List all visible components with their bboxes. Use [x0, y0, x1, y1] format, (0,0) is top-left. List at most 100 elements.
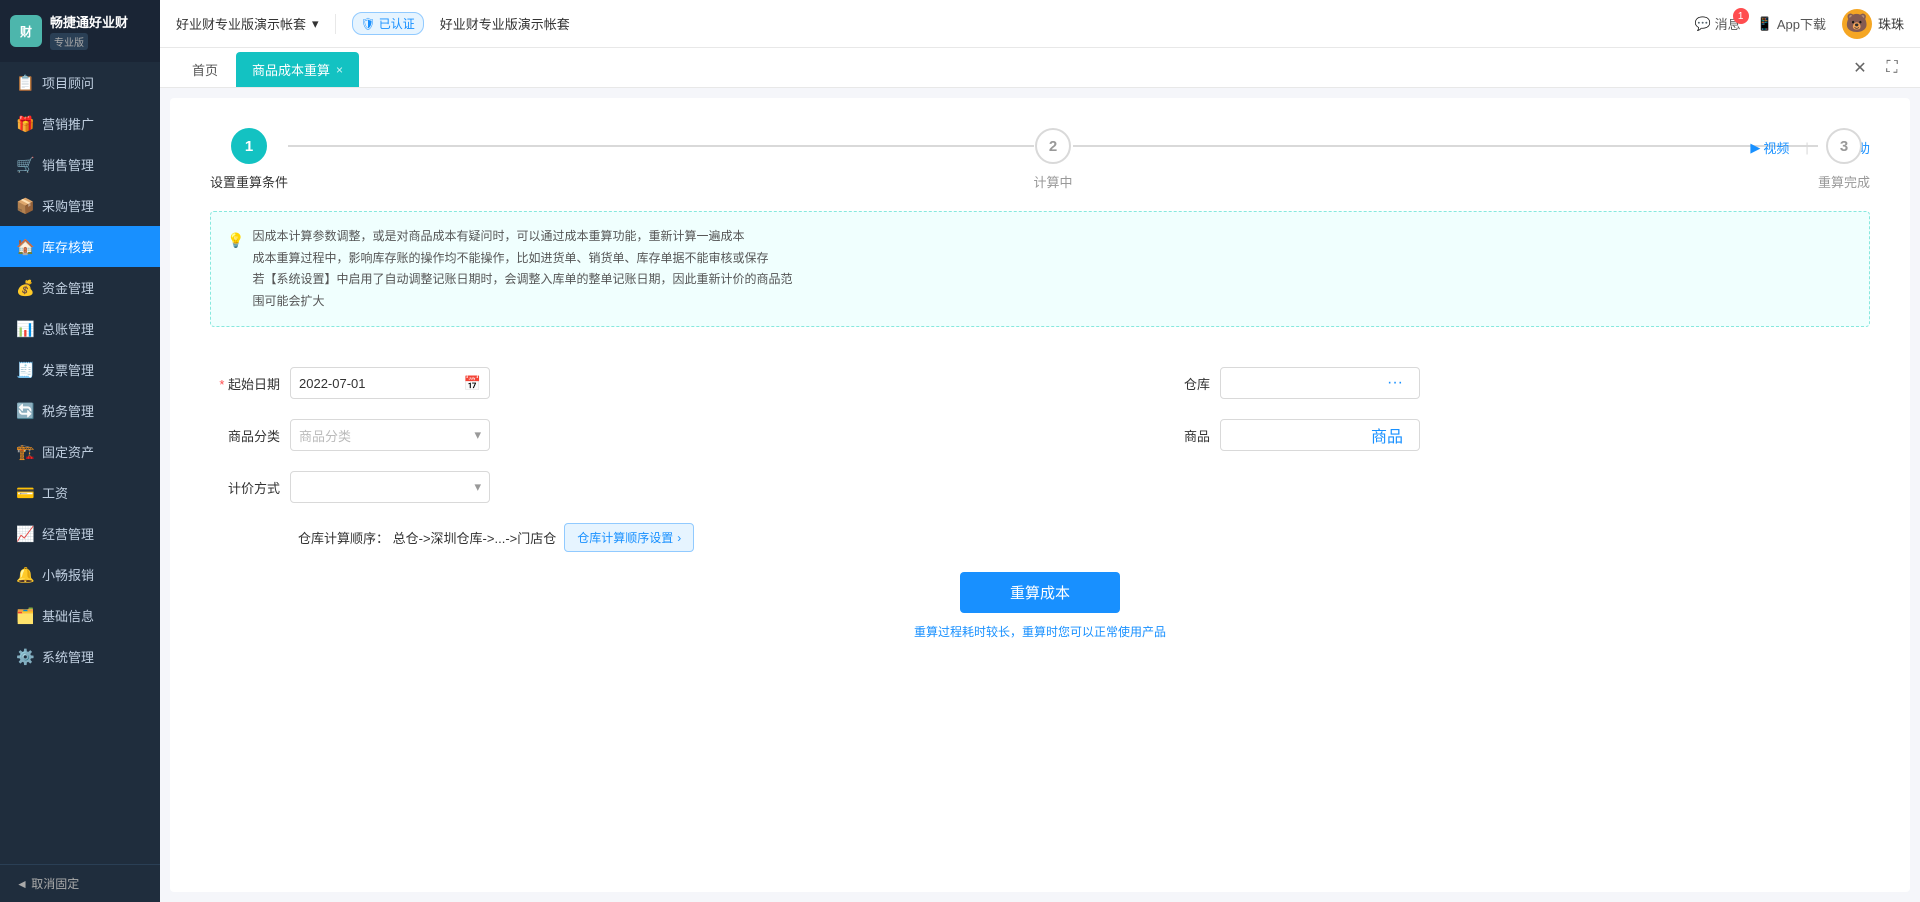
baoxiao-icon: 🔔: [16, 566, 34, 584]
maximize-window-button[interactable]: ⛶: [1880, 56, 1904, 80]
sidebar-item-label: 小畅报销: [42, 565, 94, 584]
play-icon: ▶: [1750, 140, 1760, 156]
topbar-account[interactable]: 好业财专业版演示帐套: [176, 14, 319, 33]
sidebar-footer[interactable]: ◄ 取消固定: [0, 864, 160, 902]
tab-home[interactable]: 首页: [176, 52, 234, 87]
pricing-select[interactable]: [290, 471, 490, 503]
form-row-3: 计价方式: [210, 471, 1870, 503]
sidebar-item-zongzhang[interactable]: 📊 总账管理: [0, 308, 160, 349]
form-col-category: 商品分类 商品分类: [210, 419, 940, 451]
shield-icon: 🛡: [361, 17, 376, 31]
sidebar-item-label: 资金管理: [42, 278, 94, 297]
info-line-2: 成本重算过程中，影响库存账的操作均不能操作，比如进货单、销货单、库存单据不能审核…: [252, 248, 792, 270]
sidebar-item-xianmu[interactable]: 📋 项目顾问: [0, 62, 160, 103]
cert-status: 已认证: [379, 15, 415, 32]
category-select[interactable]: 商品分类: [290, 419, 490, 451]
sidebar-item-gongzi[interactable]: 💳 工资: [0, 472, 160, 513]
video-link[interactable]: ▶ 视频: [1750, 138, 1789, 157]
recalc-tip: 重算过程耗时较长，重算时您可以正常使用产品: [914, 623, 1166, 640]
logo-sub: 专业版: [50, 33, 88, 50]
calendar-icon[interactable]: 📅: [464, 375, 481, 392]
avatar: 🐻: [1842, 9, 1872, 39]
product-label: 商品: [1140, 426, 1220, 445]
category-label: 商品分类: [210, 426, 290, 445]
xitong-icon: ⚙️: [16, 648, 34, 666]
step-2-circle: 2: [1035, 128, 1071, 164]
sidebar-item-kucun[interactable]: 🏠 库存核算: [0, 226, 160, 267]
sidebar-item-xitong[interactable]: ⚙️ 系统管理: [0, 636, 160, 677]
close-window-button[interactable]: ✕: [1848, 56, 1872, 80]
step-2: 2 计算中: [1034, 128, 1073, 191]
sidebar-item-caigou[interactable]: 📦 采购管理: [0, 185, 160, 226]
zongzhang-icon: 📊: [16, 320, 34, 338]
form-row-1: 起始日期 2022-07-01 📅 仓库 ···: [210, 367, 1870, 399]
info-line-4: 围可能会扩大: [252, 291, 792, 313]
sidebar-item-label: 营销推广: [42, 114, 94, 133]
user-profile[interactable]: 🐻 珠珠: [1842, 9, 1904, 39]
sidebar-item-label: 采购管理: [42, 196, 94, 215]
user-name: 珠珠: [1878, 14, 1904, 33]
gudingzichan-icon: 🏗️: [16, 443, 34, 461]
step-1-label: 设置重算条件: [210, 172, 288, 191]
info-line-1: 因成本计算参数调整，或是对商品成本有疑问时，可以通过成本重算功能，重新计算一遍成…: [252, 226, 792, 248]
tab-close-button[interactable]: ×: [336, 63, 343, 77]
account-name: 好业财专业版演示帐套: [176, 14, 306, 33]
sidebar-item-jichu[interactable]: 🗂️ 基础信息: [0, 595, 160, 636]
cert-name: 好业财专业版演示帐套: [440, 14, 570, 33]
zijin-icon: 💰: [16, 279, 34, 297]
messages-button[interactable]: 💬 消息 1: [1694, 14, 1740, 33]
warehouse-dots[interactable]: ···: [1379, 374, 1411, 392]
step-line-2: [1073, 145, 1818, 147]
form-row-2: 商品分类 商品分类 商品 商品: [210, 419, 1870, 451]
tab-actions: ✕ ⛶: [1848, 56, 1904, 80]
sidebar-item-xiaoshou[interactable]: 🛒 销售管理: [0, 144, 160, 185]
xianmu-icon: 📋: [16, 74, 34, 92]
app-download-button[interactable]: 📱 App下载: [1757, 14, 1826, 33]
sidebar-logo: 财 畅捷通好业财 专业版: [0, 0, 160, 62]
sidebar-item-label: 系统管理: [42, 647, 94, 666]
account-dropdown-icon[interactable]: [312, 16, 319, 32]
step-line-1: [288, 145, 1033, 147]
sidebar-item-label: 销售管理: [42, 155, 94, 174]
warehouse-order-settings-button[interactable]: 仓库计算顺序设置: [564, 523, 694, 552]
messages-badge: 1: [1733, 8, 1749, 24]
category-dropdown-icon: [474, 427, 481, 443]
info-text: 因成本计算参数调整，或是对商品成本有疑问时，可以通过成本重算功能，重新计算一遍成…: [252, 226, 792, 312]
sidebar-item-jingying[interactable]: 📈 经营管理: [0, 513, 160, 554]
topbar-divider: [335, 14, 336, 34]
content-area: 1 设置重算条件 2 计算中 3 重算完成 ▶ 视频 | ❓: [170, 98, 1910, 892]
form-col-date: 起始日期 2022-07-01 📅: [210, 367, 940, 399]
sidebar-item-label: 总账管理: [42, 319, 94, 338]
yingxiao-icon: 🎁: [16, 115, 34, 133]
product-dots[interactable]: 商品: [1363, 423, 1411, 447]
sidebar-item-shuiwu[interactable]: 🔄 税务管理: [0, 390, 160, 431]
gongzi-icon: 💳: [16, 484, 34, 502]
sidebar-item-yingxiao[interactable]: 🎁 营销推广: [0, 103, 160, 144]
info-box: 💡 因成本计算参数调整，或是对商品成本有疑问时，可以通过成本重算功能，重新计算一…: [210, 211, 1870, 327]
product-input[interactable]: 商品: [1220, 419, 1420, 451]
warehouse-input[interactable]: ···: [1220, 367, 1420, 399]
step-2-label: 计算中: [1034, 172, 1073, 191]
xiaoshou-icon: 🛒: [16, 156, 34, 174]
step-3-circle: 3: [1826, 128, 1862, 164]
sidebar-item-gudingzichan[interactable]: 🏗️ 固定资产: [0, 431, 160, 472]
form-col-product: 商品 商品: [1140, 419, 1870, 451]
start-date-label: 起始日期: [210, 374, 290, 393]
sidebar-item-zijin[interactable]: 💰 资金管理: [0, 267, 160, 308]
warehouse-order-prefix: 仓库计算顺序：: [298, 531, 389, 546]
topbar: 好业财专业版演示帐套 🛡 已认证 好业财专业版演示帐套 💬 消息 1 📱 App…: [160, 0, 1920, 48]
video-label: 视频: [1763, 138, 1789, 157]
pricing-label: 计价方式: [210, 478, 290, 497]
start-date-input[interactable]: 2022-07-01 📅: [290, 367, 490, 399]
sidebar-item-baoxiao[interactable]: 🔔 小畅报销: [0, 554, 160, 595]
form-area: 起始日期 2022-07-01 📅 仓库 ··· 商品分类: [170, 347, 1910, 660]
recalc-area: 重算成本 重算过程耗时较长，重算时您可以正常使用产品: [210, 572, 1870, 640]
sidebar-item-label: 经营管理: [42, 524, 94, 543]
sidebar-item-fapiao[interactable]: 🧾 发票管理: [0, 349, 160, 390]
tab-cost-recalc[interactable]: 商品成本重算 ×: [236, 52, 359, 87]
sidebar: 财 畅捷通好业财 专业版 📋 项目顾问 🎁 营销推广 🛒 销售管理 📦 采购管理…: [0, 0, 160, 902]
sidebar-item-label: 税务管理: [42, 401, 94, 420]
recalc-button[interactable]: 重算成本: [960, 572, 1120, 613]
cert-badge: 🛡 已认证: [352, 12, 424, 35]
warehouse-order-text: 仓库计算顺序： 总仓->深圳仓库->...->门店仓: [298, 528, 556, 547]
